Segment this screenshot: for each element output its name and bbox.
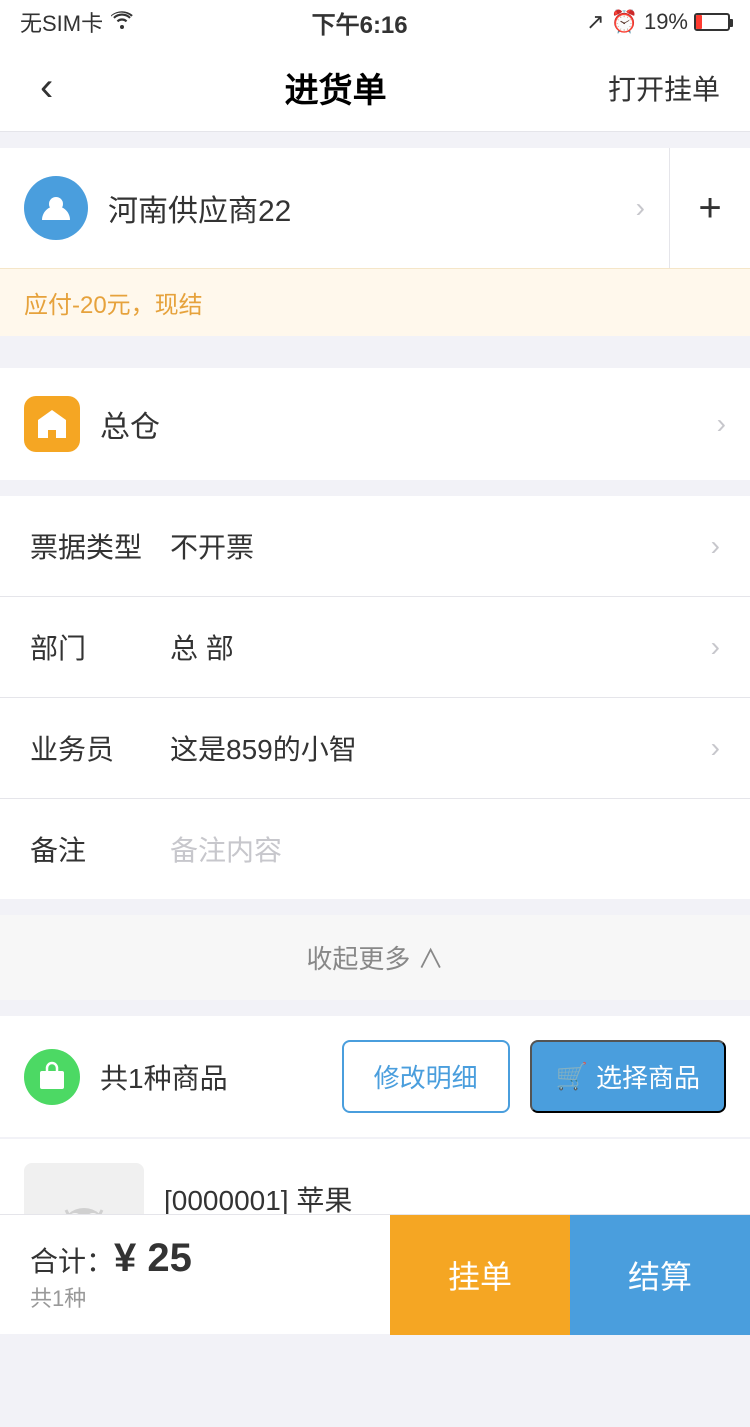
divider-1 — [0, 336, 750, 352]
warehouse-chevron-icon: › — [717, 408, 726, 440]
remark-input[interactable]: 备注内容 — [170, 829, 720, 869]
salesperson-label: 业务员 — [30, 728, 170, 768]
status-bar: 无SIM卡 下午6:16 ↗ ⏰ 19% — [0, 0, 750, 44]
divider-2 — [0, 480, 750, 496]
products-count: 共1种商品 — [100, 1057, 322, 1097]
collapse-button[interactable]: 收起更多 ∧ — [0, 915, 750, 1000]
department-label: 部门 — [30, 627, 170, 667]
department-chevron-icon: › — [711, 631, 720, 663]
battery-icon — [694, 13, 730, 31]
warehouse-icon — [24, 396, 80, 452]
products-header: 共1种商品 修改明细 🛒 选择商品 — [0, 1016, 750, 1137]
supplier-name: 河南供应商22 — [108, 186, 636, 230]
select-product-button[interactable]: 🛒 选择商品 — [530, 1040, 726, 1113]
select-product-icon: 🛒 — [556, 1061, 588, 1092]
supplier-chevron-icon: › — [636, 192, 645, 224]
total-row: 合计：¥ 25 — [30, 1236, 360, 1281]
warehouse-row[interactable]: 总仓 › — [0, 368, 750, 480]
status-right: ↗ ⏰ 19% — [586, 9, 730, 35]
total-count: 共1种 — [30, 1281, 360, 1313]
status-left: 无SIM卡 — [20, 6, 133, 38]
department-row[interactable]: 部门 总 部 › — [0, 597, 750, 698]
total-amount: ¥ 25 — [114, 1236, 192, 1280]
bottom-bar: 合计：¥ 25 共1种 挂单 结算 — [0, 1214, 750, 1334]
products-icon — [24, 1049, 80, 1105]
edit-detail-button[interactable]: 修改明细 — [342, 1040, 510, 1113]
remark-row[interactable]: 备注 备注内容 — [0, 799, 750, 899]
product-name: [0000001] 苹果 — [164, 1179, 654, 1219]
supplier-avatar — [24, 176, 88, 240]
remark-label: 备注 — [30, 829, 170, 869]
supplier-notice: 应付-20元，现结 — [0, 268, 750, 336]
department-value: 总 部 — [170, 627, 711, 667]
wifi-icon — [111, 9, 133, 35]
supplier-selector[interactable]: 河南供应商22 › — [0, 148, 670, 268]
invoice-type-chevron-icon: › — [711, 530, 720, 562]
warehouse-section: 总仓 › — [0, 368, 750, 480]
alarm-icon: ⏰ — [611, 9, 638, 35]
checkout-button[interactable]: 结算 — [570, 1215, 750, 1335]
supplier-section: 河南供应商22 › + — [0, 148, 750, 268]
add-supplier-button[interactable]: + — [670, 148, 750, 268]
hang-button[interactable]: 挂单 — [390, 1215, 570, 1335]
select-product-label: 选择商品 — [596, 1058, 700, 1095]
salesperson-value: 这是859的小智 — [170, 728, 711, 768]
page-title: 进货单 — [285, 63, 387, 112]
total-area: 合计：¥ 25 共1种 — [0, 1236, 390, 1313]
total-label: 合计： — [30, 1246, 114, 1277]
invoice-type-value: 不开票 — [170, 526, 711, 566]
salesperson-chevron-icon: › — [711, 732, 720, 764]
salesperson-row[interactable]: 业务员 这是859的小智 › — [0, 698, 750, 799]
invoice-type-label: 票据类型 — [30, 526, 170, 566]
battery-percent: 19% — [644, 9, 688, 35]
status-time: 下午6:16 — [312, 5, 408, 40]
carrier-label: 无SIM卡 — [20, 6, 103, 38]
back-button[interactable]: ‹ — [30, 55, 63, 120]
nav-bar: ‹ 进货单 打开挂单 — [0, 44, 750, 132]
invoice-type-row[interactable]: 票据类型 不开票 › — [0, 496, 750, 597]
open-hang-button[interactable]: 打开挂单 — [608, 68, 720, 108]
form-fields: 票据类型 不开票 › 部门 总 部 › 业务员 这是859的小智 › 备注 备注… — [0, 496, 750, 899]
location-icon: ↗ — [586, 9, 604, 35]
warehouse-name: 总仓 — [100, 402, 717, 446]
